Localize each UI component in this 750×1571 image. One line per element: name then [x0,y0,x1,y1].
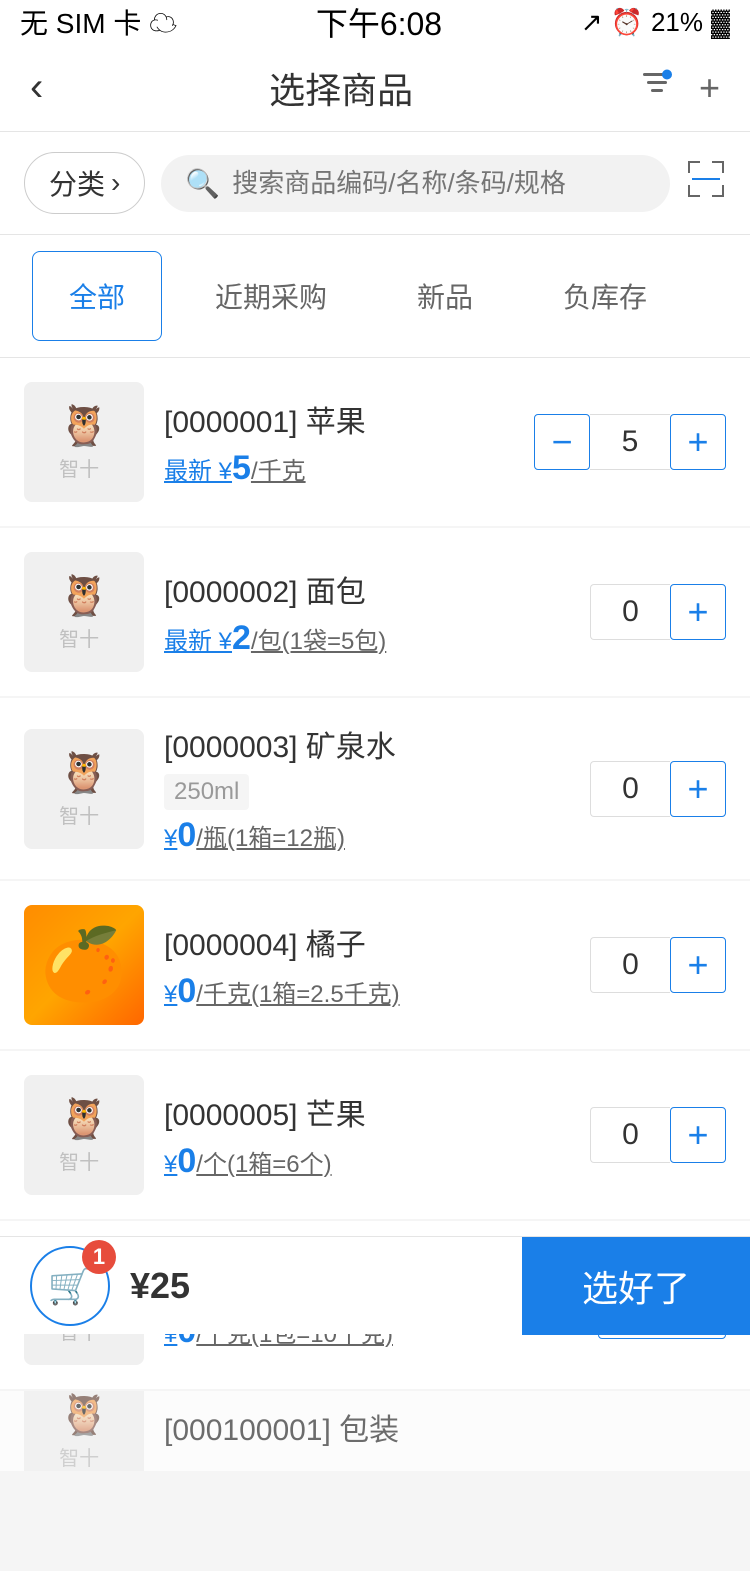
back-button[interactable]: ‹ [30,65,43,110]
tab-negative[interactable]: 负库存 [526,251,684,341]
owl-icon: 🦉 [59,1095,109,1142]
chevron-right-icon: › [111,167,120,199]
list-item: 🦉 智十 [0000002] 面包 最新 ¥2/包(1袋=5包) + [0,528,750,696]
category-button[interactable]: 分类 › [24,152,145,214]
list-item: 🦉 智十 [0000001] 苹果 最新 ¥5/千克 − + [0,358,750,526]
tab-all[interactable]: 全部 [32,251,162,341]
list-item: 🍊 [0000004] 橘子 ¥0/千克(1箱=2.5千克) + [0,881,750,1049]
page-title: 选择商品 [269,62,413,114]
product-price: 最新 ¥5/千克 [164,449,514,488]
product-info: [0000004] 橘子 ¥0/千克(1箱=2.5千克) [164,920,570,1011]
quantity-input[interactable] [590,414,670,470]
cart-button[interactable]: 🛒 1 [30,1246,110,1326]
product-price: ¥0/瓶(1箱=12瓶) [164,816,570,855]
owl-icon: 🦉 [59,749,109,796]
cart-icon: 🛒 [48,1265,93,1307]
product-name: [0000001] 苹果 [164,397,514,441]
list-item: 🦉 智十 [0000005] 芒果 ¥0/个(1箱=6个) + [0,1051,750,1219]
tab-new[interactable]: 新品 [380,251,510,341]
quantity-input[interactable] [590,937,670,993]
product-price: ¥0/千克(1箱=2.5千克) [164,972,570,1011]
product-thumbnail: 🦉 智十 [24,552,144,672]
product-name: [000100001] 包装 [164,1405,726,1449]
product-qty-control: + [590,761,726,817]
tabs-bar: 全部 近期采购 新品 负库存 [0,235,750,358]
quantity-input[interactable] [590,584,670,640]
quantity-input[interactable] [590,1107,670,1163]
product-qty-control: − + [534,414,726,470]
search-input[interactable] [232,168,646,199]
category-label: 分类 [49,163,105,203]
sim-status: 无 SIM 卡 ☁ [20,2,177,42]
product-name: [0000002] 面包 [164,567,570,611]
nav-bar: ‹ 选择商品 + [0,44,750,132]
product-name: [0000003] 矿泉水 [164,722,570,766]
product-qty-control: + [590,584,726,640]
filter-bar: 分类 › 🔍 [0,132,750,235]
increase-button[interactable]: + [670,584,726,640]
increase-button[interactable]: + [670,414,726,470]
increase-button[interactable]: + [670,1107,726,1163]
search-icon: 🔍 [185,167,220,200]
list-item: 🦉 智十 [0000003] 矿泉水 250ml ¥0/瓶(1箱=12瓶) + [0,698,750,879]
location-icon: ↗ [581,7,603,38]
decrease-button[interactable]: − [534,414,590,470]
product-qty-control: + [590,937,726,993]
increase-button[interactable]: + [670,937,726,993]
product-qty-control: + [590,1107,726,1163]
product-thumbnail: 🍊 [24,905,144,1025]
product-name: [0000005] 芒果 [164,1090,570,1134]
increase-button[interactable]: + [670,761,726,817]
owl-icon: 🦉 [59,402,109,449]
quantity-input[interactable] [590,761,670,817]
status-left: 无 SIM 卡 ☁ [20,2,177,42]
product-info: [0000003] 矿泉水 250ml ¥0/瓶(1箱=12瓶) [164,722,570,855]
confirm-button[interactable]: 选好了 [522,1237,750,1335]
product-info: [000100001] 包装 [164,1405,726,1457]
list-item: 🦉 智十 [000100001] 包装 [0,1391,750,1471]
status-bar: 无 SIM 卡 ☁ 下午6:08 ↗ ⏰ 21% ▓ [0,0,750,44]
filter-icon[interactable] [639,65,675,110]
cart-badge: 1 [82,1240,116,1274]
scan-icon[interactable] [686,159,726,208]
add-icon[interactable]: + [699,67,720,109]
owl-icon: 🦉 [59,1391,109,1438]
product-price: ¥0/个(1箱=6个) [164,1142,570,1181]
cart-area: 🛒 1 ¥25 [0,1246,522,1326]
product-thumbnail: 🦉 智十 [24,729,144,849]
battery-icon: ▓ [711,7,730,38]
owl-icon: 🦉 [59,572,109,619]
status-right: ↗ ⏰ 21% ▓ [581,7,730,38]
bottom-bar: 🛒 1 ¥25 选好了 [0,1236,750,1334]
nav-actions: + [639,65,720,110]
product-thumbnail: 🦉 智十 [24,1391,144,1471]
product-thumbnail: 🦉 智十 [24,382,144,502]
product-spec: 250ml [164,774,249,810]
product-info: [0000005] 芒果 ¥0/个(1箱=6个) [164,1090,570,1181]
tab-recent[interactable]: 近期采购 [178,251,364,341]
product-name: [0000004] 橘子 [164,920,570,964]
battery-status: 21% [651,7,703,38]
product-price: 最新 ¥2/包(1袋=5包) [164,619,570,658]
product-info: [0000001] 苹果 最新 ¥5/千克 [164,397,514,488]
cart-total: ¥25 [130,1265,190,1307]
product-thumbnail: 🦉 智十 [24,1075,144,1195]
search-box: 🔍 [161,155,670,212]
status-time: 下午6:08 [316,0,442,45]
product-info: [0000002] 面包 最新 ¥2/包(1袋=5包) [164,567,570,658]
alarm-icon: ⏰ [611,7,643,38]
